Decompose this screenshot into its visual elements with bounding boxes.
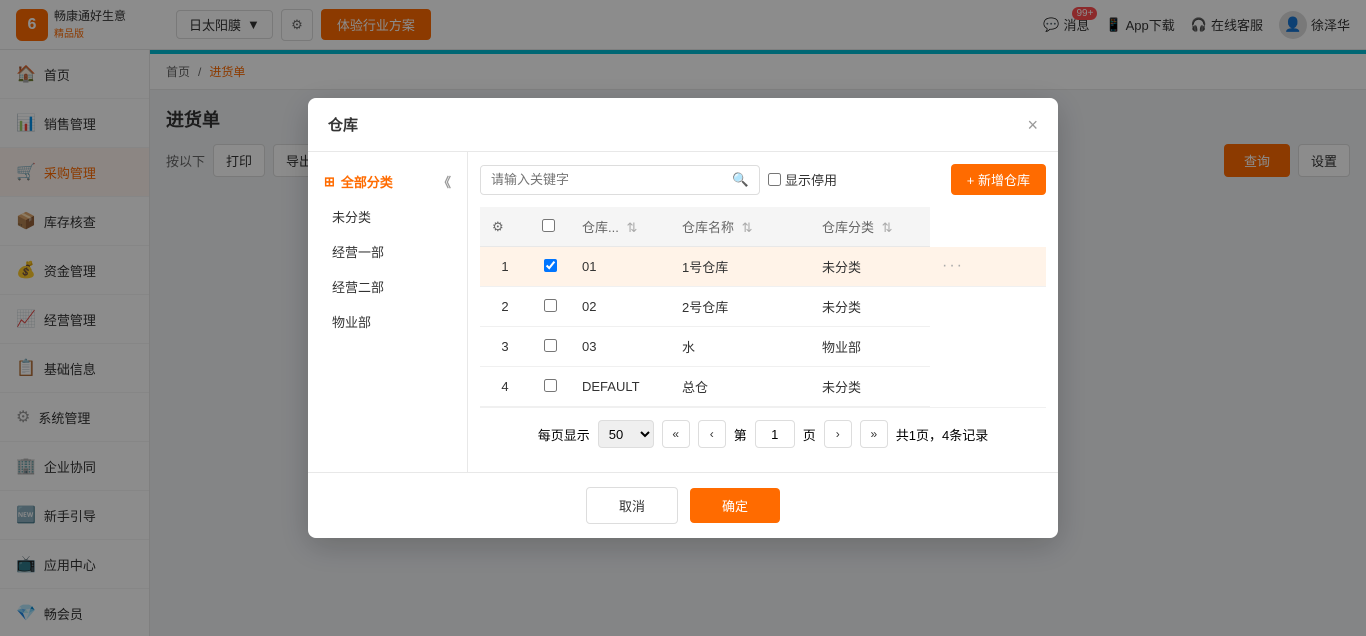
row-name: 总仓 bbox=[670, 367, 810, 407]
sort-name-icon[interactable]: ⇅ bbox=[742, 220, 753, 235]
row-name: 1号仓库 bbox=[670, 247, 810, 287]
category-item-ops1[interactable]: 经营一部 bbox=[308, 234, 467, 269]
row-code: 02 bbox=[570, 287, 670, 327]
search-input[interactable] bbox=[481, 166, 722, 193]
row-category: 未分类 bbox=[810, 247, 930, 287]
row-check[interactable] bbox=[530, 287, 570, 327]
modal-title: 仓库 bbox=[328, 114, 358, 135]
next-page-button[interactable]: › bbox=[824, 420, 852, 448]
th-settings: ⚙ bbox=[480, 207, 530, 247]
category-item-ops2[interactable]: 经营二部 bbox=[308, 269, 467, 304]
pagination: 每页显示 50 10 20 100 « ‹ 第 页 › » 共1页，4条记录 bbox=[480, 407, 1046, 460]
row-name: 水 bbox=[670, 327, 810, 367]
row-num: 4 bbox=[480, 367, 530, 407]
confirm-button[interactable]: 确定 bbox=[690, 488, 780, 523]
table-header-row: ⚙ 仓库... ⇅ 仓库名称 ⇅ bbox=[480, 207, 1046, 247]
search-box: 🔍 bbox=[480, 165, 760, 195]
category-all-header[interactable]: ⊞ 全部分类 《 bbox=[308, 164, 467, 199]
page-size-label: 每页显示 bbox=[538, 425, 590, 444]
modal-body: ⊞ 全部分类 《 未分类经营一部经营二部物业部 🔍 显示停用 bbox=[308, 152, 1058, 472]
sort-code-icon[interactable]: ⇅ bbox=[626, 220, 637, 235]
row-num: 2 bbox=[480, 287, 530, 327]
page-size-select[interactable]: 50 10 20 100 bbox=[598, 420, 654, 448]
th-check bbox=[530, 207, 570, 247]
row-category: 物业部 bbox=[810, 327, 930, 367]
table-row[interactable]: 3 03 水 物业部 bbox=[480, 327, 1046, 367]
cancel-button[interactable]: 取消 bbox=[586, 487, 678, 524]
warehouse-table: ⚙ 仓库... ⇅ 仓库名称 ⇅ bbox=[480, 207, 1046, 407]
table-toolbar: 🔍 显示停用 + 新增仓库 bbox=[480, 164, 1046, 195]
row-check[interactable] bbox=[530, 247, 570, 287]
show-disabled-checkbox[interactable] bbox=[768, 173, 781, 186]
page-end-label: 页 bbox=[803, 425, 816, 444]
th-category: 仓库分类 ⇅ bbox=[810, 207, 930, 247]
category-item-uncat[interactable]: 未分类 bbox=[308, 199, 467, 234]
prev-page-button[interactable]: ‹ bbox=[698, 420, 726, 448]
th-code: 仓库... ⇅ bbox=[570, 207, 670, 247]
page-number-input[interactable] bbox=[755, 420, 795, 448]
modal-header: 仓库 × bbox=[308, 98, 1058, 152]
collapse-icon[interactable]: 《 bbox=[438, 172, 451, 191]
row-num: 3 bbox=[480, 327, 530, 367]
row-name: 2号仓库 bbox=[670, 287, 810, 327]
category-item-property[interactable]: 物业部 bbox=[308, 304, 467, 339]
total-info: 共1页，4条记录 bbox=[896, 425, 988, 444]
row-action[interactable]: ··· bbox=[930, 247, 1046, 287]
row-code: 01 bbox=[570, 247, 670, 287]
first-page-button[interactable]: « bbox=[662, 420, 690, 448]
grid-icon: ⊞ bbox=[324, 174, 335, 190]
show-disabled-label[interactable]: 显示停用 bbox=[768, 170, 837, 189]
table-row[interactable]: 2 02 2号仓库 未分类 bbox=[480, 287, 1046, 327]
row-code: 03 bbox=[570, 327, 670, 367]
table-row[interactable]: 4 DEFAULT 总仓 未分类 bbox=[480, 367, 1046, 407]
last-page-button[interactable]: » bbox=[860, 420, 888, 448]
add-warehouse-button[interactable]: + 新增仓库 bbox=[951, 164, 1046, 195]
table-row[interactable]: 1 01 1号仓库 未分类 ··· bbox=[480, 247, 1046, 287]
sort-cat-icon[interactable]: ⇅ bbox=[882, 220, 893, 235]
th-name: 仓库名称 ⇅ bbox=[670, 207, 810, 247]
modal-footer: 取消 确定 bbox=[308, 472, 1058, 538]
select-all-checkbox[interactable] bbox=[542, 219, 555, 232]
cat-all-label: 全部分类 bbox=[341, 172, 393, 191]
page-label: 第 bbox=[734, 425, 747, 444]
search-button[interactable]: 🔍 bbox=[722, 166, 759, 194]
row-check[interactable] bbox=[530, 367, 570, 407]
row-code: DEFAULT bbox=[570, 367, 670, 407]
row-category: 未分类 bbox=[810, 287, 930, 327]
table-area: 🔍 显示停用 + 新增仓库 ⚙ bbox=[468, 152, 1058, 472]
category-sidebar: ⊞ 全部分类 《 未分类经营一部经营二部物业部 bbox=[308, 152, 468, 472]
modal-close-button[interactable]: × bbox=[1027, 116, 1038, 134]
warehouse-modal: 仓库 × ⊞ 全部分类 《 未分类经营一部经营二部物业部 🔍 bbox=[308, 98, 1058, 538]
row-check[interactable] bbox=[530, 327, 570, 367]
modal-overlay: 仓库 × ⊞ 全部分类 《 未分类经营一部经营二部物业部 🔍 bbox=[0, 0, 1366, 636]
row-category: 未分类 bbox=[810, 367, 930, 407]
row-num: 1 bbox=[480, 247, 530, 287]
